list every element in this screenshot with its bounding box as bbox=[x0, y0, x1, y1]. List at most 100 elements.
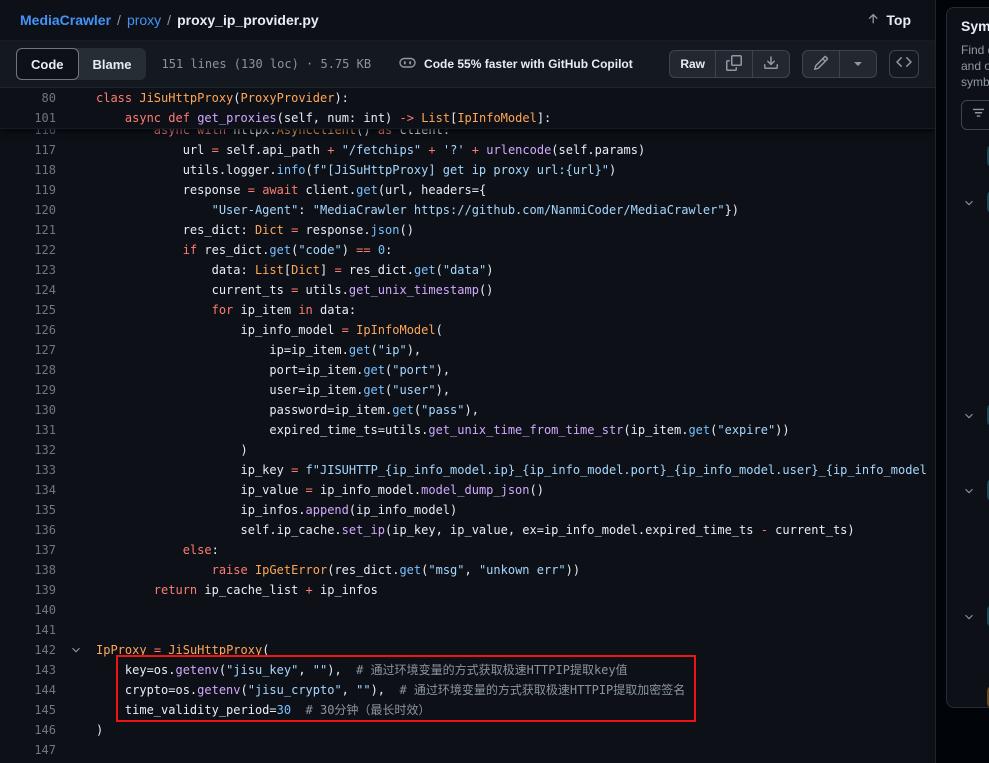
code-line-120: 120 "User-Agent": "MediaCrawler https://… bbox=[0, 200, 935, 220]
pencil-icon bbox=[813, 55, 829, 74]
line-number[interactable]: 137 bbox=[0, 540, 56, 560]
chevron-down-icon[interactable] bbox=[963, 196, 975, 214]
copilot-icon bbox=[399, 55, 416, 74]
line-number[interactable]: 119 bbox=[0, 180, 56, 200]
code-line-content: res_dict: Dict = response.json() bbox=[96, 220, 935, 240]
back-to-top-link[interactable]: Top bbox=[866, 12, 911, 29]
line-number[interactable]: 146 bbox=[0, 720, 56, 740]
fold-gutter bbox=[56, 440, 96, 460]
fold-toggle-icon[interactable] bbox=[56, 640, 96, 660]
chevron-down-icon[interactable] bbox=[963, 409, 975, 427]
raw-copy-download-group: Raw bbox=[669, 50, 790, 78]
code-line-124: 124 current_ts = utils.get_unix_timestam… bbox=[0, 280, 935, 300]
code-line-122: 122 if res_dict.get("code") == 0: bbox=[0, 240, 935, 260]
filter-icon bbox=[971, 105, 986, 125]
line-number[interactable]: 132 bbox=[0, 440, 56, 460]
fold-gutter bbox=[56, 380, 96, 400]
symbols-list-item[interactable] bbox=[947, 686, 989, 708]
breadcrumb-repo-link[interactable]: MediaCrawler bbox=[20, 12, 111, 28]
copilot-banner[interactable]: Code 55% faster with GitHub Copilot bbox=[399, 55, 633, 74]
raw-button[interactable]: Raw bbox=[670, 51, 715, 77]
line-number[interactable]: 123 bbox=[0, 260, 56, 280]
symbols-filter-input[interactable] bbox=[961, 100, 989, 130]
fold-gutter bbox=[56, 108, 96, 128]
line-number[interactable]: 145 bbox=[0, 700, 56, 720]
file-header-toolbar: Code Blame 151 lines (130 loc) · 5.75 KB… bbox=[0, 41, 935, 88]
symbols-list-item[interactable] bbox=[947, 404, 989, 426]
code-line-135: 135 ip_infos.append(ip_info_model) bbox=[0, 500, 935, 520]
edit-dropdown-button[interactable] bbox=[839, 51, 876, 77]
code-line-126: 126 ip_info_model = IpInfoModel( bbox=[0, 320, 935, 340]
code-line-content: time_validity_period=30 # 30分钟（最长时效） bbox=[96, 700, 935, 720]
code-line-content: if res_dict.get("code") == 0: bbox=[96, 240, 935, 260]
line-number[interactable]: 136 bbox=[0, 520, 56, 540]
line-number[interactable]: 121 bbox=[0, 220, 56, 240]
symbols-panel-title: Symbols bbox=[961, 18, 989, 34]
file-meta-info: 151 lines (130 loc) · 5.75 KB bbox=[162, 57, 372, 71]
fold-gutter bbox=[56, 200, 96, 220]
line-number[interactable]: 144 bbox=[0, 680, 56, 700]
fold-gutter bbox=[56, 520, 96, 540]
line-number[interactable]: 120 bbox=[0, 200, 56, 220]
line-number[interactable]: 147 bbox=[0, 740, 56, 760]
breadcrumb-separator: / bbox=[167, 12, 171, 28]
toolbar-actions: Raw bbox=[669, 50, 919, 78]
code-line-content: crypto=os.getenv("jisu_crypto", ""), # 通… bbox=[96, 680, 935, 700]
fold-gutter bbox=[56, 220, 96, 240]
symbols-toggle-button[interactable] bbox=[889, 50, 919, 78]
line-number[interactable]: 122 bbox=[0, 240, 56, 260]
line-number[interactable]: 139 bbox=[0, 580, 56, 600]
copy-icon bbox=[726, 55, 742, 74]
fold-gutter bbox=[56, 420, 96, 440]
line-number[interactable]: 125 bbox=[0, 300, 56, 320]
code-pane: 80class JiSuHttpProxy(ProxyProvider):101… bbox=[0, 88, 935, 763]
line-number[interactable]: 129 bbox=[0, 380, 56, 400]
line-number[interactable]: 127 bbox=[0, 340, 56, 360]
line-number[interactable]: 141 bbox=[0, 620, 56, 640]
line-number[interactable]: 143 bbox=[0, 660, 56, 680]
line-number[interactable]: 133 bbox=[0, 460, 56, 480]
line-number[interactable]: 130 bbox=[0, 400, 56, 420]
line-number[interactable]: 134 bbox=[0, 480, 56, 500]
edit-button[interactable] bbox=[803, 51, 839, 77]
copy-button[interactable] bbox=[715, 51, 752, 77]
line-number[interactable]: 128 bbox=[0, 360, 56, 380]
code-line-content: expired_time_ts=utils.get_unix_time_from… bbox=[96, 420, 935, 440]
chevron-down-icon[interactable] bbox=[963, 484, 975, 502]
code-line-content: ) bbox=[96, 440, 935, 460]
code-line-content: ip_value = ip_info_model.model_dump_json… bbox=[96, 480, 935, 500]
code-line-content: for ip_item in data: bbox=[96, 300, 935, 320]
line-number[interactable]: 135 bbox=[0, 500, 56, 520]
line-number[interactable]: 124 bbox=[0, 280, 56, 300]
line-number[interactable]: 142 bbox=[0, 640, 56, 660]
line-number[interactable]: 118 bbox=[0, 160, 56, 180]
fold-gutter bbox=[56, 660, 96, 680]
line-number[interactable]: 140 bbox=[0, 600, 56, 620]
tab-blame[interactable]: Blame bbox=[79, 48, 146, 80]
line-number[interactable]: 131 bbox=[0, 420, 56, 440]
symbols-list-item[interactable] bbox=[947, 145, 989, 167]
chevron-down-icon[interactable] bbox=[963, 610, 975, 628]
code-line-130: 130 password=ip_item.get("pass"), bbox=[0, 400, 935, 420]
line-number[interactable]: 126 bbox=[0, 320, 56, 340]
line-number[interactable]: 80 bbox=[0, 88, 56, 108]
code-line-content: "User-Agent": "MediaCrawler https://gith… bbox=[96, 200, 935, 220]
symbols-list-item[interactable] bbox=[947, 605, 989, 627]
tab-code[interactable]: Code bbox=[16, 48, 79, 80]
fold-gutter bbox=[56, 500, 96, 520]
breadcrumb-file-name: proxy_ip_provider.py bbox=[177, 12, 319, 28]
line-number[interactable]: 117 bbox=[0, 140, 56, 160]
arrow-up-icon bbox=[866, 12, 880, 29]
fold-gutter bbox=[56, 740, 96, 760]
line-number[interactable]: 101 bbox=[0, 108, 56, 128]
symbols-list-item[interactable] bbox=[947, 479, 989, 501]
code-line-80: 80class JiSuHttpProxy(ProxyProvider): bbox=[0, 88, 935, 108]
code-line-content: ip_key = f"JISUHTTP_{ip_info_model.ip}_{… bbox=[96, 460, 935, 480]
line-number[interactable]: 138 bbox=[0, 560, 56, 580]
symbols-list-item[interactable] bbox=[947, 191, 989, 213]
fold-gutter bbox=[56, 140, 96, 160]
breadcrumb-folder-link[interactable]: proxy bbox=[127, 12, 161, 28]
code-line-content: port=ip_item.get("port"), bbox=[96, 360, 935, 380]
code-line-147: 147 bbox=[0, 740, 935, 760]
download-button[interactable] bbox=[752, 51, 789, 77]
